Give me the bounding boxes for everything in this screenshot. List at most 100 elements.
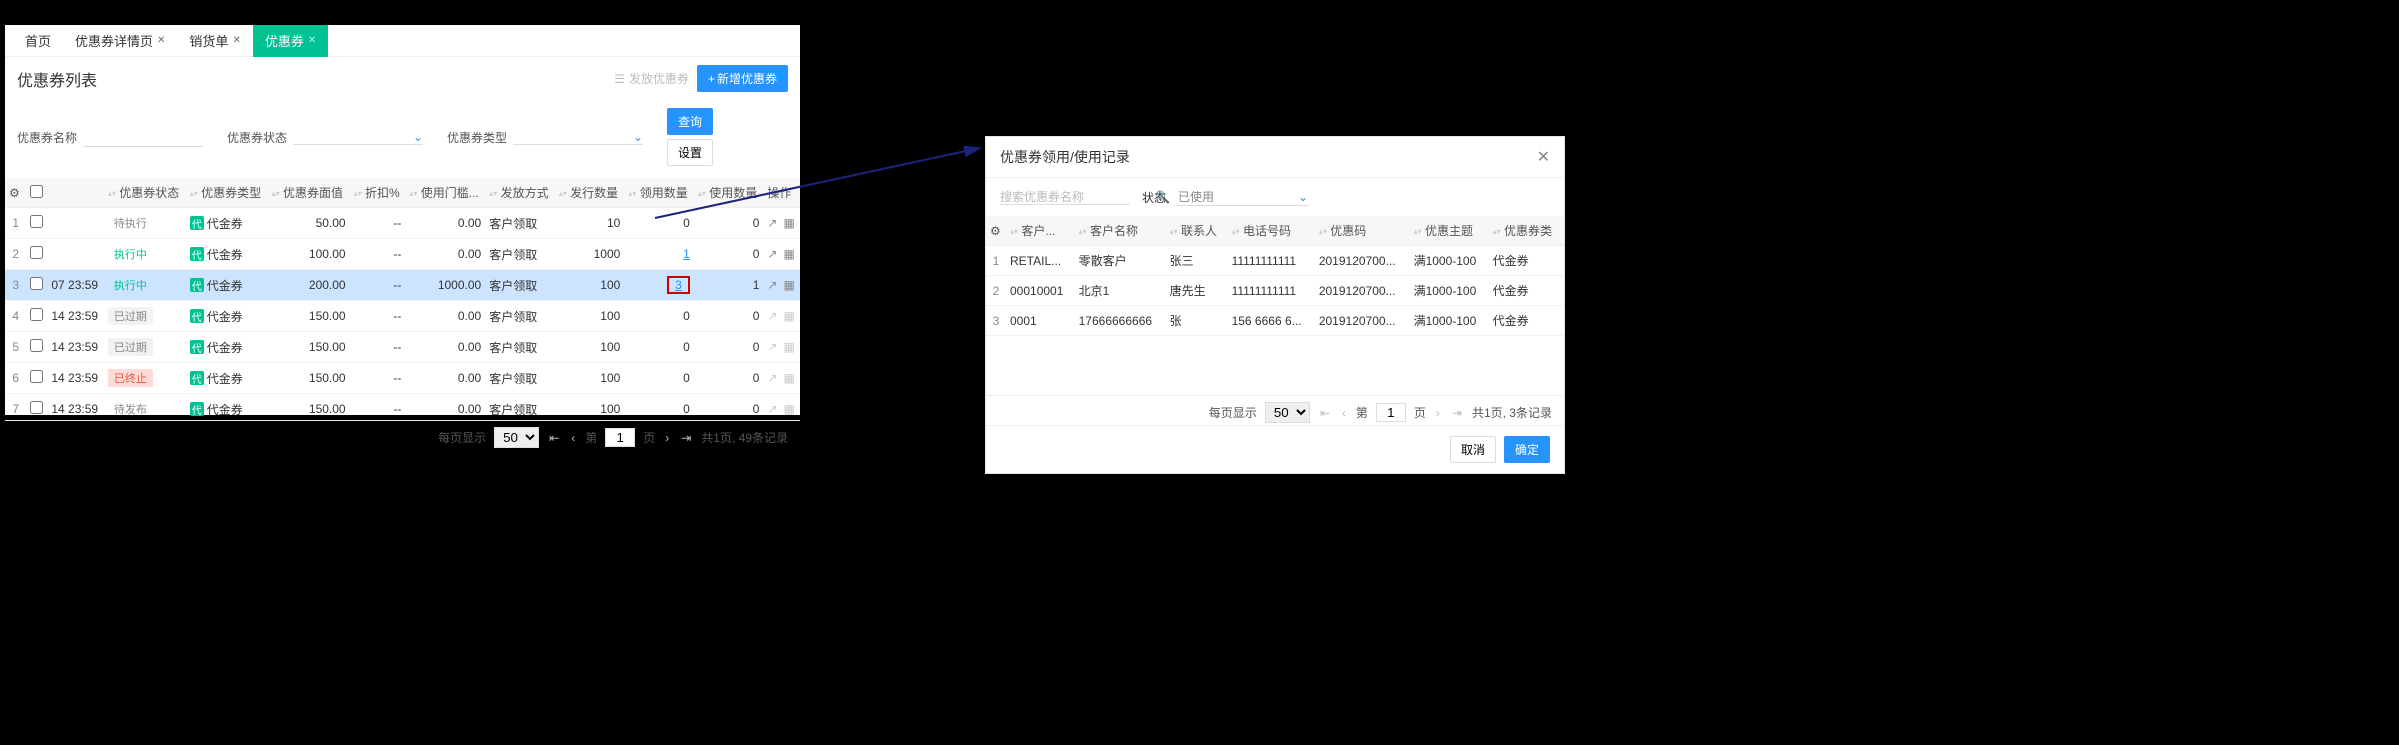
per-page-select[interactable]: 50 xyxy=(1265,402,1310,423)
cancel-button[interactable]: 取消 xyxy=(1450,436,1496,463)
cell-issue-qty: 100 xyxy=(555,394,625,421)
cell-status: 已过期 xyxy=(104,332,186,363)
tab-sales[interactable]: 销货单✕ xyxy=(177,25,252,57)
col-subject[interactable]: ▴▾ 优惠主题 xyxy=(1410,216,1489,246)
close-icon[interactable]: ✕ xyxy=(157,35,165,46)
row-checkbox[interactable] xyxy=(26,239,47,270)
next-page-icon[interactable]: › xyxy=(1434,406,1442,420)
coupon-name-input[interactable] xyxy=(83,127,203,147)
cell-claim-qty[interactable]: 0 xyxy=(624,208,694,239)
col-threshold[interactable]: ▴▾ 使用门槛... xyxy=(405,178,485,208)
select-all-checkbox[interactable] xyxy=(26,178,47,208)
qr-icon[interactable]: ▦ xyxy=(783,340,794,354)
table-row[interactable]: 1RETAIL...零散客户张三111111111112019120700...… xyxy=(986,246,1564,276)
last-page-icon[interactable]: ⇥ xyxy=(1450,406,1464,420)
per-page-select[interactable]: 50 xyxy=(494,427,539,448)
table-row[interactable]: 514 23:59已过期代金券150.00--0.00客户领取10000↗▦ xyxy=(5,332,800,363)
col-type[interactable]: ▴▾ 优惠券类型 xyxy=(186,178,268,208)
col-code[interactable]: ▴▾ 优惠码 xyxy=(1315,216,1410,246)
col-use-qty[interactable]: ▴▾ 使用数量 xyxy=(694,178,764,208)
row-checkbox[interactable] xyxy=(26,394,47,421)
row-checkbox[interactable] xyxy=(26,208,47,239)
col-method[interactable]: ▴▾ 发放方式 xyxy=(485,178,555,208)
row-checkbox[interactable] xyxy=(26,270,47,301)
close-icon[interactable]: ✕ xyxy=(308,35,316,46)
cell-claim-qty[interactable]: 1 xyxy=(624,239,694,270)
cell-subject: 满1000-100 xyxy=(1410,306,1489,336)
col-claim-qty[interactable]: ▴▾ 领用数量 xyxy=(624,178,694,208)
cell-status: 待执行 xyxy=(104,208,186,239)
cell-method: 客户领取 xyxy=(485,208,555,239)
first-page-icon[interactable]: ⇤ xyxy=(1318,406,1332,420)
ok-button[interactable]: 确定 xyxy=(1504,436,1550,463)
table-header-row: ⚙ ▴▾ 优惠券状态 ▴▾ 优惠券类型 ▴▾ 优惠券面值 ▴▾ 折扣% ▴▾ 使… xyxy=(5,178,800,208)
first-page-icon[interactable]: ⇤ xyxy=(547,431,561,445)
usage-record-modal: 优惠券领用/使用记录 ✕ 🔍 状态 已使用 ⌄ ⚙ ▴▾ 客户... ▴▾ 客户… xyxy=(985,136,1565,474)
tab-detail[interactable]: 优惠券详情页✕ xyxy=(63,25,177,57)
cell-claim-qty[interactable]: 3 xyxy=(624,270,694,301)
row-index: 5 xyxy=(5,332,26,363)
qr-icon[interactable]: ▦ xyxy=(783,309,794,323)
close-icon[interactable]: ✕ xyxy=(1537,147,1550,167)
table-row[interactable]: 714 23:59待发布代金券150.00--0.00客户领取10000↗▦ xyxy=(5,394,800,421)
tab-home[interactable]: 首页 xyxy=(13,25,63,57)
table-scroll[interactable]: ⚙ ▴▾ 优惠券状态 ▴▾ 优惠券类型 ▴▾ 优惠券面值 ▴▾ 折扣% ▴▾ 使… xyxy=(5,178,800,420)
table-row[interactable]: 614 23:59已终止代金券150.00--0.00客户领取10000↗▦ xyxy=(5,363,800,394)
qr-icon[interactable]: ▦ xyxy=(783,247,794,261)
share-icon[interactable]: ↗ xyxy=(767,278,777,292)
table-row[interactable]: 307 23:59执行中代金券200.00--1000.00客户领取10031↗… xyxy=(5,270,800,301)
prev-page-icon[interactable]: ‹ xyxy=(569,431,577,445)
close-icon[interactable]: ✕ xyxy=(232,35,240,46)
row-checkbox[interactable] xyxy=(26,363,47,394)
table-row[interactable]: 3000117666666666张156 6666 6...2019120700… xyxy=(986,306,1564,336)
cell-face: 50.00 xyxy=(268,208,350,239)
qr-icon[interactable]: ▦ xyxy=(783,371,794,385)
cell-claim-qty[interactable]: 0 xyxy=(624,394,694,421)
cell-use-qty: 0 xyxy=(694,301,764,332)
page-input[interactable] xyxy=(1376,403,1406,422)
cell-use-qty: 0 xyxy=(694,208,764,239)
table-row[interactable]: 414 23:59已过期代金券150.00--0.00客户领取10000↗▦ xyxy=(5,301,800,332)
modal-status-select[interactable]: 已使用 ⌄ xyxy=(1178,188,1308,206)
cell-threshold: 0.00 xyxy=(405,363,485,394)
share-icon: ↗ xyxy=(767,340,777,354)
share-icon[interactable]: ↗ xyxy=(767,216,777,230)
gear-icon[interactable]: ⚙ xyxy=(986,216,1006,246)
col-cust-no[interactable]: ▴▾ 客户... xyxy=(1006,216,1075,246)
col-issue-qty[interactable]: ▴▾ 发行数量 xyxy=(555,178,625,208)
settings-button[interactable]: 设置 xyxy=(667,139,713,166)
prev-page-icon[interactable]: ‹ xyxy=(1340,406,1348,420)
add-coupon-button[interactable]: 新增优惠券 xyxy=(697,65,788,92)
table-row[interactable]: 2执行中代金券100.00--0.00客户领取100010↗▦ xyxy=(5,239,800,270)
col-status[interactable]: ▴▾ 优惠券状态 xyxy=(104,178,186,208)
gear-icon[interactable]: ⚙ xyxy=(5,178,26,208)
qr-icon[interactable]: ▦ xyxy=(783,278,794,292)
status-select[interactable]: ⌄ xyxy=(293,130,423,145)
qr-icon[interactable]: ▦ xyxy=(783,216,794,230)
qr-icon[interactable]: ▦ xyxy=(783,402,794,416)
coupon-search-input[interactable] xyxy=(1000,190,1155,204)
col-cust-name[interactable]: ▴▾ 客户名称 xyxy=(1075,216,1166,246)
next-page-icon[interactable]: › xyxy=(663,431,671,445)
row-checkbox[interactable] xyxy=(26,332,47,363)
cell-claim-qty[interactable]: 0 xyxy=(624,363,694,394)
row-checkbox[interactable] xyxy=(26,301,47,332)
query-button[interactable]: 查询 xyxy=(667,108,713,135)
share-icon[interactable]: ↗ xyxy=(767,247,777,261)
table-row[interactable]: 1待执行代金券50.00--0.00客户领取1000↗▦ xyxy=(5,208,800,239)
cell-claim-qty[interactable]: 0 xyxy=(624,301,694,332)
col-phone[interactable]: ▴▾ 电话号码 xyxy=(1228,216,1315,246)
issue-coupon-link[interactable]: ☰ 发放优惠券 xyxy=(614,70,689,87)
col-type[interactable]: ▴▾ 优惠券类 xyxy=(1489,216,1564,246)
last-page-icon[interactable]: ⇥ xyxy=(679,431,693,445)
cell-claim-qty[interactable]: 0 xyxy=(624,332,694,363)
page-input[interactable] xyxy=(605,428,635,447)
col-face[interactable]: ▴▾ 优惠券面值 xyxy=(268,178,350,208)
chevron-down-icon: ⌄ xyxy=(413,130,423,144)
col-discount[interactable]: ▴▾ 折扣% xyxy=(350,178,406,208)
tab-coupon[interactable]: 优惠券✕ xyxy=(253,25,328,57)
type-select[interactable]: ⌄ xyxy=(513,130,643,145)
table-row[interactable]: 200010001北京1唐先生111111111112019120700...满… xyxy=(986,276,1564,306)
modal-title: 优惠券领用/使用记录 xyxy=(1000,147,1130,167)
col-contact[interactable]: ▴▾ 联系人 xyxy=(1166,216,1228,246)
